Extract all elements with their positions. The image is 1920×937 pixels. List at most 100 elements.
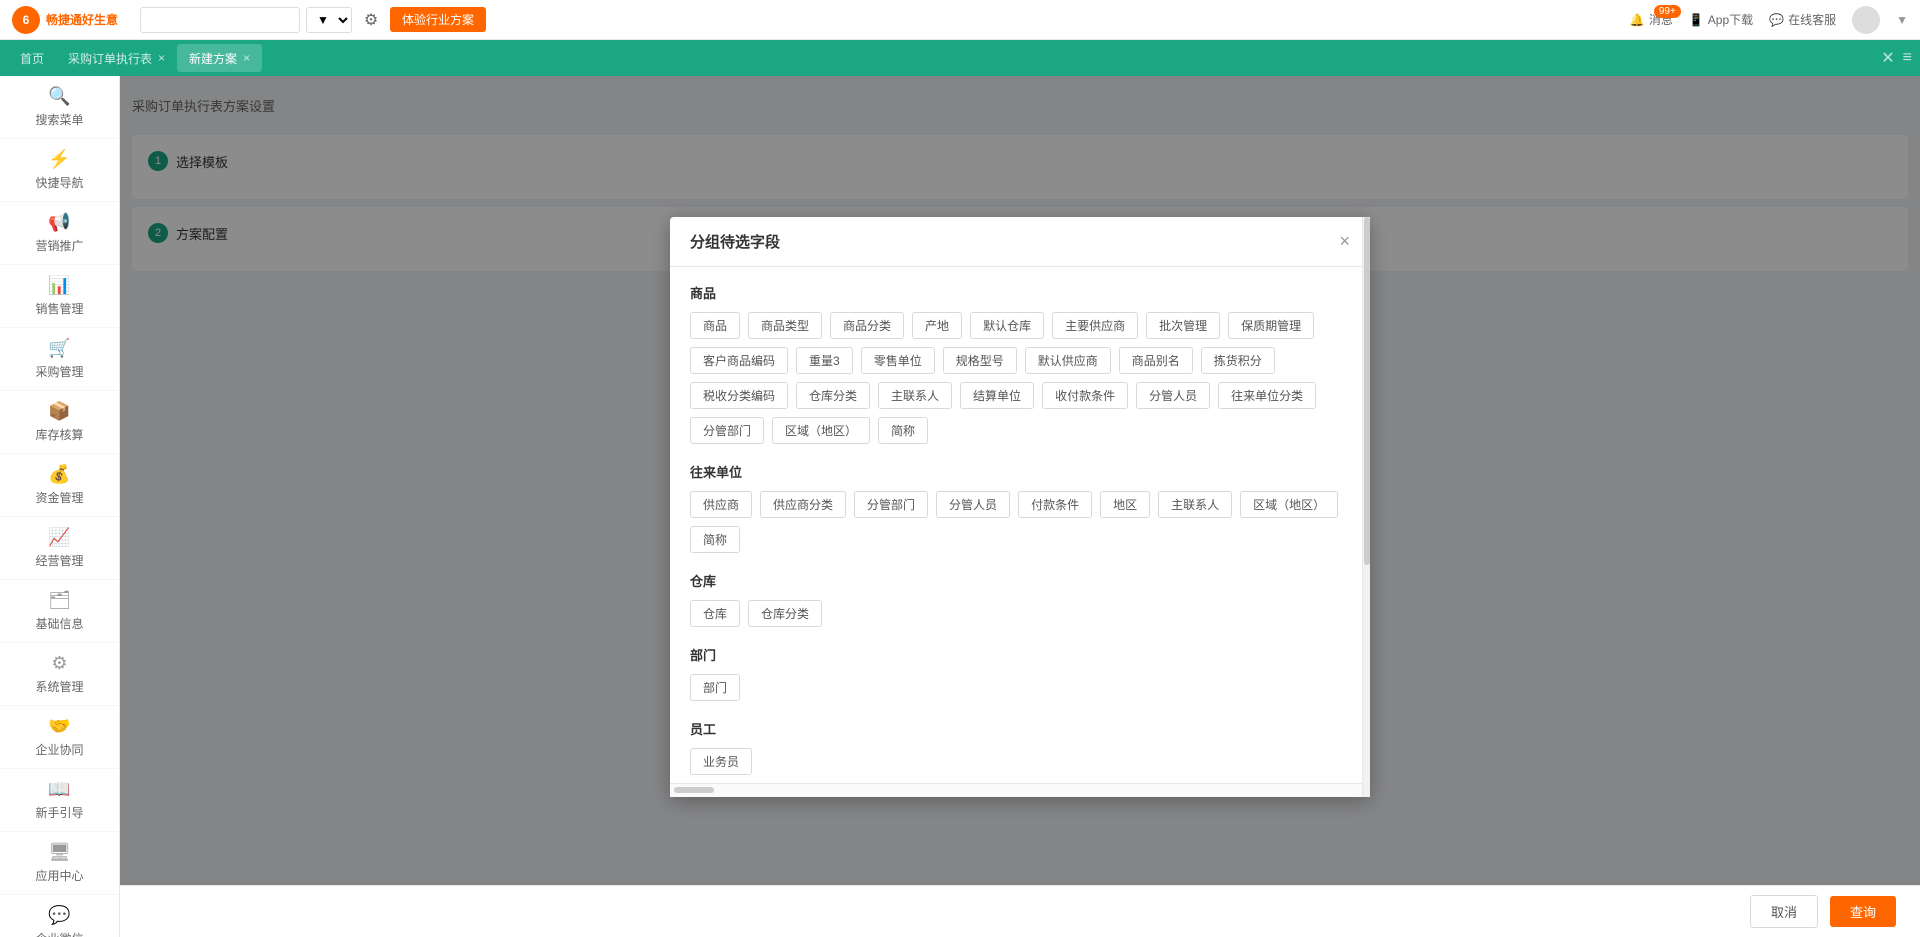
field-settlement-unit[interactable]: 结算单位: [960, 382, 1034, 409]
inventory-icon: 📦: [48, 401, 70, 422]
gear-icon[interactable]: ⚙: [358, 7, 384, 33]
sidebar-item-basic-info[interactable]: 🗂 基础信息: [0, 580, 119, 643]
field-weight[interactable]: 重量3: [796, 347, 853, 374]
vscroll-thumb: [1364, 217, 1370, 565]
section-employee: 员工 业务员: [690, 719, 1350, 775]
sidebar-item-finance[interactable]: 💰 资金管理: [0, 454, 119, 517]
modal-dialog: 分组待选字段 × 商品 商品 商品类型 商品分类 产地 默认仓库 主要供应商 批…: [670, 217, 1370, 797]
tab-purchase-close[interactable]: ×: [158, 51, 165, 65]
field-spec-model[interactable]: 规格型号: [943, 347, 1017, 374]
field-retail-unit[interactable]: 零售单位: [861, 347, 935, 374]
field-person-mgmt[interactable]: 分管人员: [936, 491, 1010, 518]
tab-purchase-order[interactable]: 采购订单执行表 ×: [56, 44, 177, 72]
field-tax-code[interactable]: 税收分类编码: [690, 382, 788, 409]
sidebar-item-system[interactable]: ⚙ 系统管理: [0, 643, 119, 706]
top-header: 6 畅捷通好生意 ▼ ⚙ 体验行业方案 🔔 99+ 消息 📱 App下载 💬 在…: [0, 0, 1920, 40]
employee-fields: 业务员: [690, 748, 1350, 775]
quick-nav-icon: ⚡: [48, 149, 70, 170]
marketing-icon: 📢: [48, 212, 70, 233]
field-abbr-product[interactable]: 简称: [878, 417, 928, 444]
dept-fields: 部门: [690, 674, 1350, 701]
field-region-product[interactable]: 区域（地区）: [772, 417, 870, 444]
user-avatar[interactable]: [1852, 6, 1880, 34]
field-product-alias[interactable]: 商品别名: [1119, 347, 1193, 374]
field-main-contact2[interactable]: 主联系人: [1158, 491, 1232, 518]
field-product-category[interactable]: 商品分类: [830, 312, 904, 339]
tab-new-plan-close[interactable]: ×: [243, 51, 250, 65]
experience-button[interactable]: 体验行业方案: [390, 7, 486, 32]
confirm-button[interactable]: 查询: [1830, 896, 1896, 927]
field-abbr-partner[interactable]: 简称: [690, 526, 740, 553]
sidebar-item-quick-nav[interactable]: ⚡ 快捷导航: [0, 139, 119, 202]
field-warehouse[interactable]: 仓库: [690, 600, 740, 627]
sidebar-item-guide[interactable]: 📖 新手引导: [0, 769, 119, 832]
online-service[interactable]: 💬 在线客服: [1769, 11, 1836, 28]
field-origin[interactable]: 产地: [912, 312, 962, 339]
section-warehouse-title: 仓库: [690, 571, 1350, 590]
field-product-type[interactable]: 商品类型: [748, 312, 822, 339]
field-pick-points[interactable]: 拣货积分: [1201, 347, 1275, 374]
field-dept-mgmt2[interactable]: 分管部门: [854, 491, 928, 518]
modal-vertical-scroll[interactable]: [1362, 217, 1370, 797]
purchase-icon: 🛒: [48, 338, 70, 359]
operations-icon: 📈: [48, 527, 70, 548]
sidebar: 🔍 搜索菜单 ⚡ 快捷导航 📢 营销推广 📊 销售管理 🛒 采购管理 📦 库存核…: [0, 76, 120, 937]
partner-fields: 供应商 供应商分类 分管部门 分管人员 付款条件 地区 主联系人 区域（地区） …: [690, 491, 1350, 553]
field-manager[interactable]: 分管人员: [1136, 382, 1210, 409]
field-payment-terms[interactable]: 收付款条件: [1042, 382, 1128, 409]
field-salesperson[interactable]: 业务员: [690, 748, 752, 775]
sidebar-item-marketing[interactable]: 📢 营销推广: [0, 202, 119, 265]
sidebar-item-inventory[interactable]: 📦 库存核算: [0, 391, 119, 454]
section-product-title: 商品: [690, 283, 1350, 302]
sidebar-item-sales[interactable]: 📊 销售管理: [0, 265, 119, 328]
field-main-contact[interactable]: 主联系人: [878, 382, 952, 409]
sales-icon: 📊: [48, 275, 70, 296]
finance-icon: 💰: [48, 464, 70, 485]
field-partner-category[interactable]: 往来单位分类: [1218, 382, 1316, 409]
modal-header: 分组待选字段 ×: [670, 217, 1370, 267]
field-area[interactable]: 地区: [1100, 491, 1150, 518]
message-icon[interactable]: 🔔 99+ 消息: [1630, 11, 1673, 28]
tab-new-plan[interactable]: 新建方案 ×: [177, 44, 262, 72]
field-warehouse-type[interactable]: 仓库分类: [748, 600, 822, 627]
sidebar-item-enterprise[interactable]: 🤝 企业协同: [0, 706, 119, 769]
field-dept-mgmt[interactable]: 分管部门: [690, 417, 764, 444]
field-main-supplier[interactable]: 主要供应商: [1052, 312, 1138, 339]
field-default-supplier[interactable]: 默认供应商: [1025, 347, 1111, 374]
field-region-partner[interactable]: 区域（地区）: [1240, 491, 1338, 518]
basic-info-icon: 🗂: [48, 590, 71, 611]
tab-bar-close[interactable]: ✕: [1881, 48, 1894, 68]
wechat-icon: 💬: [48, 905, 70, 926]
guide-icon: 📖: [48, 779, 70, 800]
field-customer-code[interactable]: 客户商品编码: [690, 347, 788, 374]
field-warehouse-category[interactable]: 仓库分类: [796, 382, 870, 409]
section-department: 部门 部门: [690, 645, 1350, 701]
header-left: 6 畅捷通好生意 ▼ ⚙ 体验行业方案: [12, 6, 486, 34]
search-input[interactable]: [140, 7, 300, 33]
user-menu-arrow[interactable]: ▼: [1896, 13, 1908, 27]
hscroll-thumb: [674, 787, 714, 793]
search-select[interactable]: ▼: [306, 7, 352, 33]
modal-horizontal-scroll[interactable]: [670, 783, 1370, 797]
sidebar-item-app-center[interactable]: 🖥 应用中心: [0, 832, 119, 895]
modal-overlay: 分组待选字段 × 商品 商品 商品类型 商品分类 产地 默认仓库 主要供应商 批…: [120, 76, 1920, 937]
app-download[interactable]: 📱 App下载: [1689, 11, 1753, 28]
cancel-button[interactable]: 取消: [1750, 895, 1818, 928]
modal-close-button[interactable]: ×: [1339, 232, 1350, 250]
field-supplier-category[interactable]: 供应商分类: [760, 491, 846, 518]
app-center-icon: 🖥: [48, 842, 71, 863]
tab-home[interactable]: 首页: [8, 44, 56, 72]
field-expiry-mgmt[interactable]: 保质期管理: [1228, 312, 1314, 339]
sidebar-item-search[interactable]: 🔍 搜索菜单: [0, 76, 119, 139]
field-dept[interactable]: 部门: [690, 674, 740, 701]
tab-bar-menu[interactable]: ≡: [1903, 49, 1912, 67]
sidebar-item-operations[interactable]: 📈 经营管理: [0, 517, 119, 580]
modal-title: 分组待选字段: [690, 231, 780, 252]
sidebar-item-purchase[interactable]: 🛒 采购管理: [0, 328, 119, 391]
field-product[interactable]: 商品: [690, 312, 740, 339]
sidebar-item-wechat[interactable]: 💬 企业微信: [0, 895, 119, 937]
field-batch-mgmt[interactable]: 批次管理: [1146, 312, 1220, 339]
field-payment-cond[interactable]: 付款条件: [1018, 491, 1092, 518]
field-default-warehouse[interactable]: 默认仓库: [970, 312, 1044, 339]
field-supplier[interactable]: 供应商: [690, 491, 752, 518]
